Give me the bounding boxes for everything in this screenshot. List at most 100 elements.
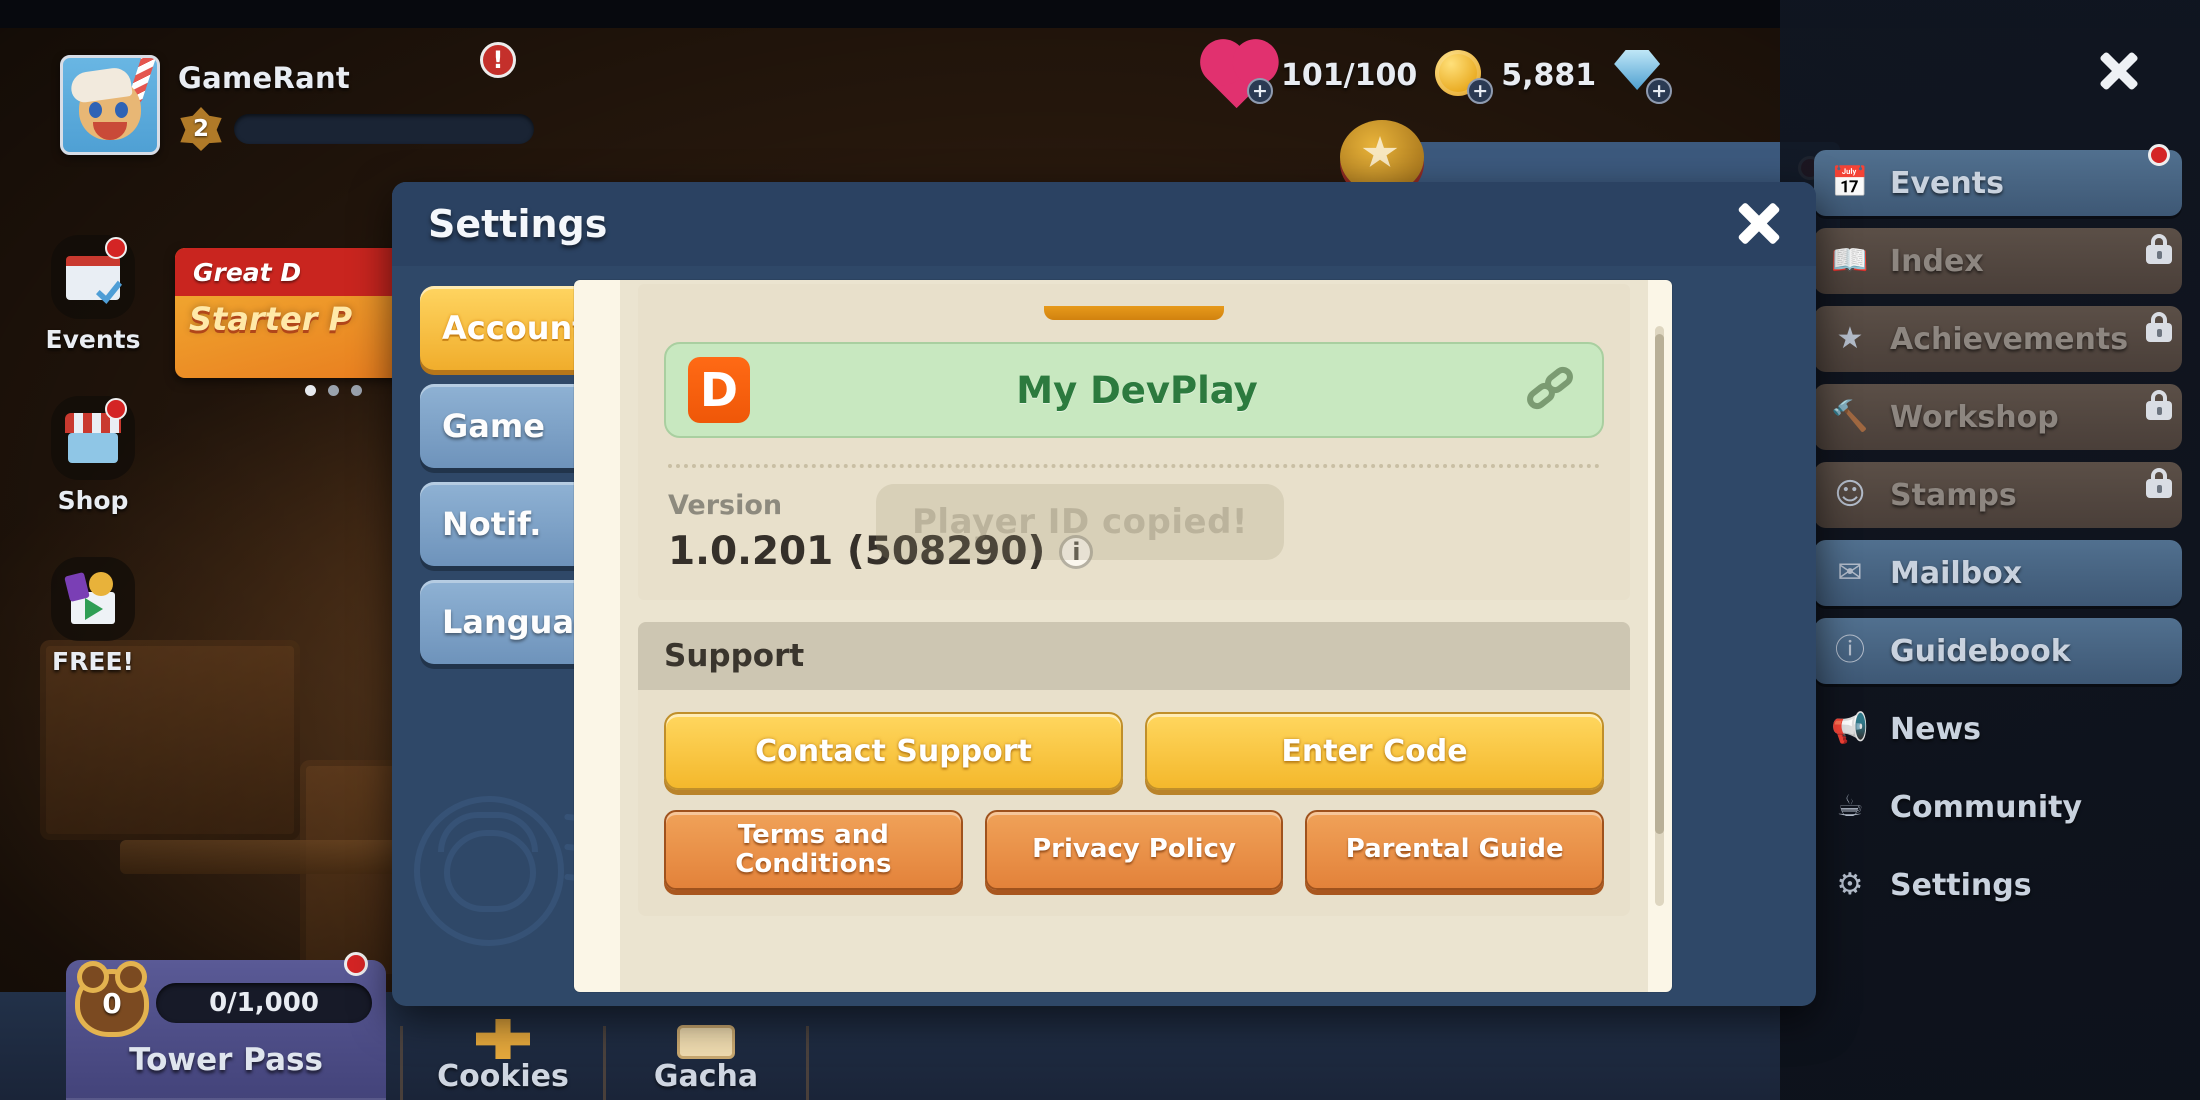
menu-item-workshop[interactable]: 🔨 Workshop	[1814, 384, 2182, 450]
divider	[806, 1026, 809, 1100]
hammer-icon: 🔨	[1831, 399, 1869, 434]
shop-icon	[51, 396, 135, 480]
menu-item-guidebook[interactable]: ⓘ Guidebook	[1814, 618, 2182, 684]
menu-item-label: Guidebook	[1890, 633, 2071, 669]
account-card: D My DevPlay Player ID copied! Version 1…	[638, 284, 1630, 600]
privacy-policy-button[interactable]: Privacy Policy	[984, 810, 1284, 890]
tower-pass-progress: 0/1,000	[156, 983, 372, 1023]
terms-and-conditions-button[interactable]: Terms and Conditions	[664, 810, 963, 890]
scrollbar[interactable]	[1655, 326, 1664, 906]
rail-item-shop[interactable]: Shop	[38, 396, 148, 515]
notification-dot	[344, 952, 368, 976]
devplay-account-name: My DevPlay	[1016, 368, 1258, 412]
menu-item-label: Index	[1890, 243, 1984, 279]
resource-coins[interactable]: + 5,881	[1435, 50, 1597, 104]
alert-icon[interactable]: !	[480, 42, 516, 78]
lock-icon	[2146, 468, 2172, 498]
tower-pass-widget[interactable]: 0 0/1,000 Tower Pass	[66, 952, 386, 1100]
carousel-dot[interactable]	[328, 385, 339, 396]
player-hud[interactable]: GameRant 2	[60, 55, 534, 155]
megaphone-icon: 📢	[1831, 711, 1869, 746]
level-badge: 2	[180, 107, 222, 151]
carousel-dot[interactable]	[305, 385, 316, 396]
info-icon: ⓘ	[1835, 633, 1865, 668]
devplay-logo-letter: D	[699, 363, 739, 417]
bottom-nav-label: Gacha	[653, 1059, 759, 1094]
link-icon[interactable]	[1523, 362, 1580, 418]
notification-dot	[105, 398, 127, 420]
menu-item-news[interactable]: 📢 News	[1814, 696, 2182, 762]
tower-pass-level-badge: 0	[80, 966, 144, 1032]
resource-energy[interactable]: + 101/100	[1206, 45, 1418, 109]
add-icon[interactable]: +	[1646, 78, 1673, 104]
avatar[interactable]	[60, 55, 160, 155]
stamp-face-icon: ☺	[1834, 477, 1866, 512]
medal-icon: ★	[1836, 321, 1864, 356]
notification-dot	[2148, 144, 2170, 166]
menu-item-stamps[interactable]: ☺ Stamps	[1814, 462, 2182, 528]
game-screen: GameRant 2 ! + 101/100 + 5,881 + Events …	[0, 0, 2200, 1100]
gear-icon: ⚙	[1836, 867, 1864, 902]
energy-value: 101/100	[1281, 57, 1418, 93]
promo-carousel-dots[interactable]	[305, 385, 362, 396]
coin-value: 5,881	[1501, 57, 1597, 93]
menu-item-events[interactable]: 📅 Events	[1814, 144, 2182, 216]
menu-item-achievements[interactable]: ★ Achievements	[1814, 306, 2182, 372]
menu-item-settings[interactable]: ⚙ Settings	[1814, 852, 2182, 918]
cookie-icon	[403, 1013, 603, 1059]
heart-icon: +	[1206, 45, 1273, 109]
support-secondary-buttons: Terms and Conditions Privacy Policy Pare…	[664, 810, 1605, 890]
tower-pass-label: Tower Pass	[129, 1042, 323, 1078]
tower-pass-level: 0	[102, 986, 122, 1020]
rail-label: FREE!	[52, 647, 134, 676]
enter-code-button[interactable]: Enter Code	[1145, 712, 1604, 790]
rail-item-free[interactable]: FREE!	[38, 557, 148, 676]
notification-dot	[105, 237, 127, 259]
cookie-eye-right	[115, 102, 128, 118]
devplay-account-row[interactable]: D My DevPlay	[664, 342, 1604, 438]
menu-item-label: Events	[1890, 165, 2004, 201]
menu-item-label: Stamps	[1890, 477, 2017, 513]
support-primary-buttons: Contact Support Enter Code	[664, 712, 1604, 790]
parental-guide-button[interactable]: Parental Guide	[1305, 810, 1605, 890]
close-icon[interactable]	[2092, 44, 2144, 96]
tab-label: Notif.	[442, 505, 542, 543]
player-level-row: 2	[178, 107, 534, 151]
bottom-nav-cookies[interactable]: Cookies	[403, 1013, 603, 1100]
settings-scroll-area[interactable]: D My DevPlay Player ID copied! Version 1…	[620, 280, 1648, 992]
scrollbar-thumb[interactable]	[1655, 334, 1664, 834]
resource-gems[interactable]: +	[1614, 50, 1673, 104]
tab-label: Account	[442, 309, 588, 347]
promo-title: Starter P	[189, 300, 353, 338]
toast-player-id-copied: Player ID copied!	[876, 484, 1284, 560]
cut-off-button-above[interactable]	[1044, 306, 1224, 320]
bottom-nav-label: Cookies	[437, 1059, 569, 1094]
menu-item-community[interactable]: ☕ Community	[1814, 774, 2182, 840]
menu-item-label: Mailbox	[1890, 555, 2023, 591]
gacha-ticket-icon	[606, 1013, 806, 1059]
calendar-check-icon: 📅	[1831, 165, 1869, 200]
menu-item-label: Achievements	[1890, 321, 2129, 357]
tower-pass-top: 0 0/1,000	[66, 960, 386, 1032]
carousel-dot[interactable]	[351, 385, 362, 396]
menu-item-index[interactable]: 📖 Index	[1814, 228, 2182, 294]
devplay-logo-icon: D	[688, 357, 750, 423]
rail-label: Shop	[57, 486, 129, 515]
lock-icon	[2146, 234, 2172, 264]
menu-item-label: News	[1890, 711, 1982, 747]
bottom-nav-gacha[interactable]: Gacha	[606, 1013, 806, 1100]
right-side-menu: 📅 Events 📖 Index ★ Achievements 🔨 Worksh…	[1780, 0, 2200, 1100]
envelope-icon: ✉	[1837, 555, 1863, 590]
menu-item-mailbox[interactable]: ✉ Mailbox	[1814, 540, 2182, 606]
menu-item-label: Workshop	[1890, 399, 2059, 435]
tab-label: Game	[442, 407, 545, 445]
contact-support-button[interactable]: Contact Support	[664, 712, 1123, 790]
promo-ribbon-text: Great D	[193, 257, 302, 287]
rail-item-events[interactable]: Events	[38, 235, 148, 354]
resource-bar: + 101/100 + 5,881 +	[1206, 45, 1673, 109]
add-icon[interactable]: +	[1247, 78, 1273, 104]
support-heading: Support	[638, 622, 1630, 690]
support-card: Support Contact Support Enter Code Terms…	[638, 622, 1630, 916]
level-value: 2	[192, 116, 209, 142]
close-icon[interactable]	[1730, 194, 1788, 252]
